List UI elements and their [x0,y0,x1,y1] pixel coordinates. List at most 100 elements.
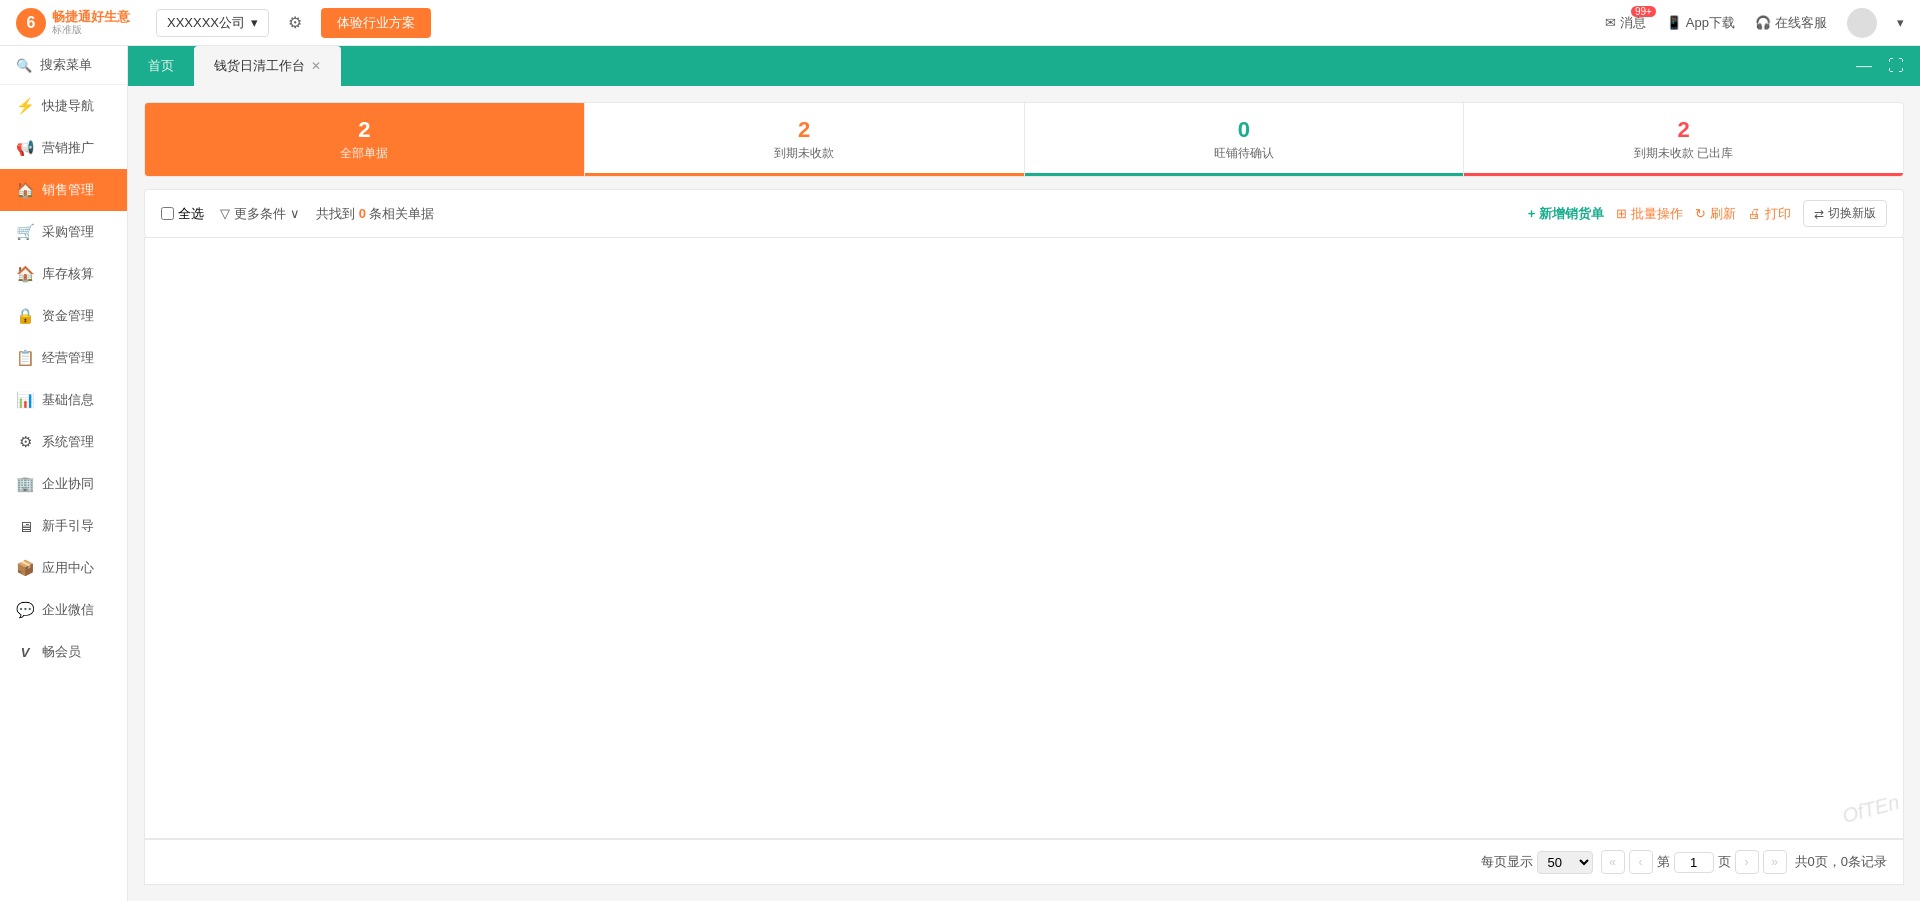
member-icon: V [16,645,34,660]
company-selector[interactable]: XXXXXX公司 ▾ [156,9,269,37]
beginner-icon: 🖥 [16,518,34,535]
tab-cash-flow-label: 钱货日清工作台 [214,57,305,75]
inventory-icon: 🏠 [16,265,34,283]
content-area: 2 全部单据 2 到期未收款 0 旺铺待确认 2 到期未收款 已出库 [128,86,1920,901]
print-icon: 🖨 [1748,206,1761,221]
tab-maximize-icon[interactable]: ⛶ [1884,53,1908,79]
sidebar-item-purchase[interactable]: 🛒 采购管理 [0,211,127,253]
switch-label: 切换新版 [1828,205,1876,222]
sidebar-item-finance[interactable]: 🔒 资金管理 [0,295,127,337]
stat-tab-unshipped[interactable]: 2 到期未收款 已出库 [1464,103,1903,176]
print-label: 打印 [1765,205,1791,223]
refresh-btn[interactable]: ↻ 刷新 [1695,205,1736,223]
batch-btn[interactable]: ⊞ 批量操作 [1616,205,1683,223]
message-btn[interactable]: ✉ 消息 99+ [1605,14,1646,32]
chevron-down-icon: ▾ [1897,15,1904,30]
logo-area: 6 畅捷通好生意 标准版 [16,8,144,38]
sidebar-label: 畅会员 [42,643,81,661]
sidebar-label: 系统管理 [42,433,94,451]
search-menu-label: 搜索菜单 [40,56,92,74]
message-badge: 99+ [1631,6,1656,17]
settings-icon[interactable]: ⚙ [281,9,309,37]
page-input[interactable] [1674,852,1714,873]
new-sales-btn[interactable]: + 新增销货单 [1528,205,1604,223]
sidebar-label: 库存核算 [42,265,94,283]
sidebar-search[interactable]: 🔍 搜索菜单 [0,46,127,85]
sidebar-item-inventory[interactable]: 🏠 库存核算 [0,253,127,295]
stat-tab-all[interactable]: 2 全部单据 [145,103,585,176]
basic-info-icon: 📊 [16,391,34,409]
switch-btn[interactable]: ⇄ 切换新版 [1803,200,1887,227]
wechat-icon: 💬 [16,601,34,619]
sidebar-label: 资金管理 [42,307,94,325]
next-page-btn[interactable]: › [1735,850,1759,874]
tab-bar: 首页 钱货日清工作台 ✕ — ⛶ [128,46,1920,86]
refresh-icon: ↻ [1695,206,1706,221]
search-icon: 🔍 [16,58,32,73]
sidebar: 🔍 搜索菜单 ⚡ 快捷导航 📢 营销推广 🏠 销售管理 🛒 采购管理 🏠 库存核… [0,46,128,901]
sidebar-item-wechat[interactable]: 💬 企业微信 [0,589,127,631]
refresh-label: 刷新 [1710,205,1736,223]
sidebar-item-enterprise[interactable]: 🏢 企业协同 [0,463,127,505]
sidebar-item-beginner[interactable]: 🖥 新手引导 [0,505,127,547]
stat-number-all: 2 [358,117,370,143]
last-page-btn[interactable]: » [1763,850,1787,874]
sidebar-label: 经营管理 [42,349,94,367]
print-btn[interactable]: 🖨 打印 [1748,205,1791,223]
select-all-input[interactable] [161,207,174,220]
sidebar-item-basic-info[interactable]: 📊 基础信息 [0,379,127,421]
sidebar-label: 基础信息 [42,391,94,409]
toolbar: 全选 ▽ 更多条件 ∨ 共找到 0 条相关单据 + 新增销货单 ⊞ [144,189,1904,237]
sidebar-item-member[interactable]: V 畅会员 [0,631,127,673]
main-content: 首页 钱货日清工作台 ✕ — ⛶ 2 全部单据 2 到期未收款 0 [128,46,1920,901]
toolbar-left: 全选 ▽ 更多条件 ∨ 共找到 0 条相关单据 [161,205,1528,223]
app-title: 畅捷通好生意 [52,9,130,25]
table-area [144,237,1904,839]
stat-tab-overdue[interactable]: 2 到期未收款 [585,103,1025,176]
result-count: 0 [359,206,366,221]
filter-btn[interactable]: ▽ 更多条件 ∨ [220,205,300,223]
page-suffix: 页 [1718,853,1731,871]
per-page-select[interactable]: 50 100 200 [1537,851,1593,874]
select-all-checkbox[interactable]: 全选 [161,205,204,223]
page-size-selector: 每页显示 50 100 200 [1481,851,1593,874]
toolbar-right: + 新增销货单 ⊞ 批量操作 ↻ 刷新 🖨 打印 ⇄ 切换新版 [1528,200,1887,227]
online-service-btn[interactable]: 🎧 在线客服 [1755,14,1827,32]
tab-cash-flow[interactable]: 钱货日清工作台 ✕ [194,46,341,86]
sidebar-item-quick-nav[interactable]: ⚡ 快捷导航 [0,85,127,127]
filter-icon: ▽ [220,206,230,221]
stat-label-unshipped: 到期未收款 已出库 [1634,145,1733,162]
tab-minimize-icon[interactable]: — [1852,53,1876,79]
stats-tabs: 2 全部单据 2 到期未收款 0 旺铺待确认 2 到期未收款 已出库 [144,102,1904,177]
stat-number-wangpu: 0 [1238,117,1250,143]
first-page-btn[interactable]: « [1601,850,1625,874]
sidebar-item-operations[interactable]: 📋 经营管理 [0,337,127,379]
header-left: 6 畅捷通好生意 标准版 XXXXXX公司 ▾ ⚙ 体验行业方案 [16,8,431,38]
sidebar-item-app-center[interactable]: 📦 应用中心 [0,547,127,589]
sidebar-label: 营销推广 [42,139,94,157]
app-subtitle: 标准版 [52,24,130,36]
sidebar-label: 快捷导航 [42,97,94,115]
system-icon: ⚙ [16,433,34,451]
chevron-down-icon: ▾ [251,15,258,30]
sidebar-label: 企业微信 [42,601,94,619]
logo-icon: 6 [16,8,46,38]
result-text: 共找到 0 条相关单据 [316,205,434,223]
service-icon: 🎧 [1755,15,1771,30]
tab-close-icon[interactable]: ✕ [311,59,321,73]
stat-tab-wangpu[interactable]: 0 旺铺待确认 [1025,103,1465,176]
sidebar-label: 企业协同 [42,475,94,493]
sidebar-item-sales[interactable]: 🏠 销售管理 [0,169,127,211]
filter-label: 更多条件 [234,205,286,223]
sidebar-item-system[interactable]: ⚙ 系统管理 [0,421,127,463]
experience-btn[interactable]: 体验行业方案 [321,8,431,38]
stat-label-wangpu: 旺铺待确认 [1214,145,1274,162]
company-name: XXXXXX公司 [167,14,245,32]
prev-page-btn[interactable]: ‹ [1629,850,1653,874]
sidebar-item-marketing[interactable]: 📢 营销推广 [0,127,127,169]
avatar[interactable] [1847,8,1877,38]
tab-home[interactable]: 首页 [128,46,194,86]
finance-icon: 🔒 [16,307,34,325]
user-dropdown[interactable]: ▾ [1897,15,1904,30]
app-download-btn[interactable]: 📱 App下载 [1666,14,1735,32]
